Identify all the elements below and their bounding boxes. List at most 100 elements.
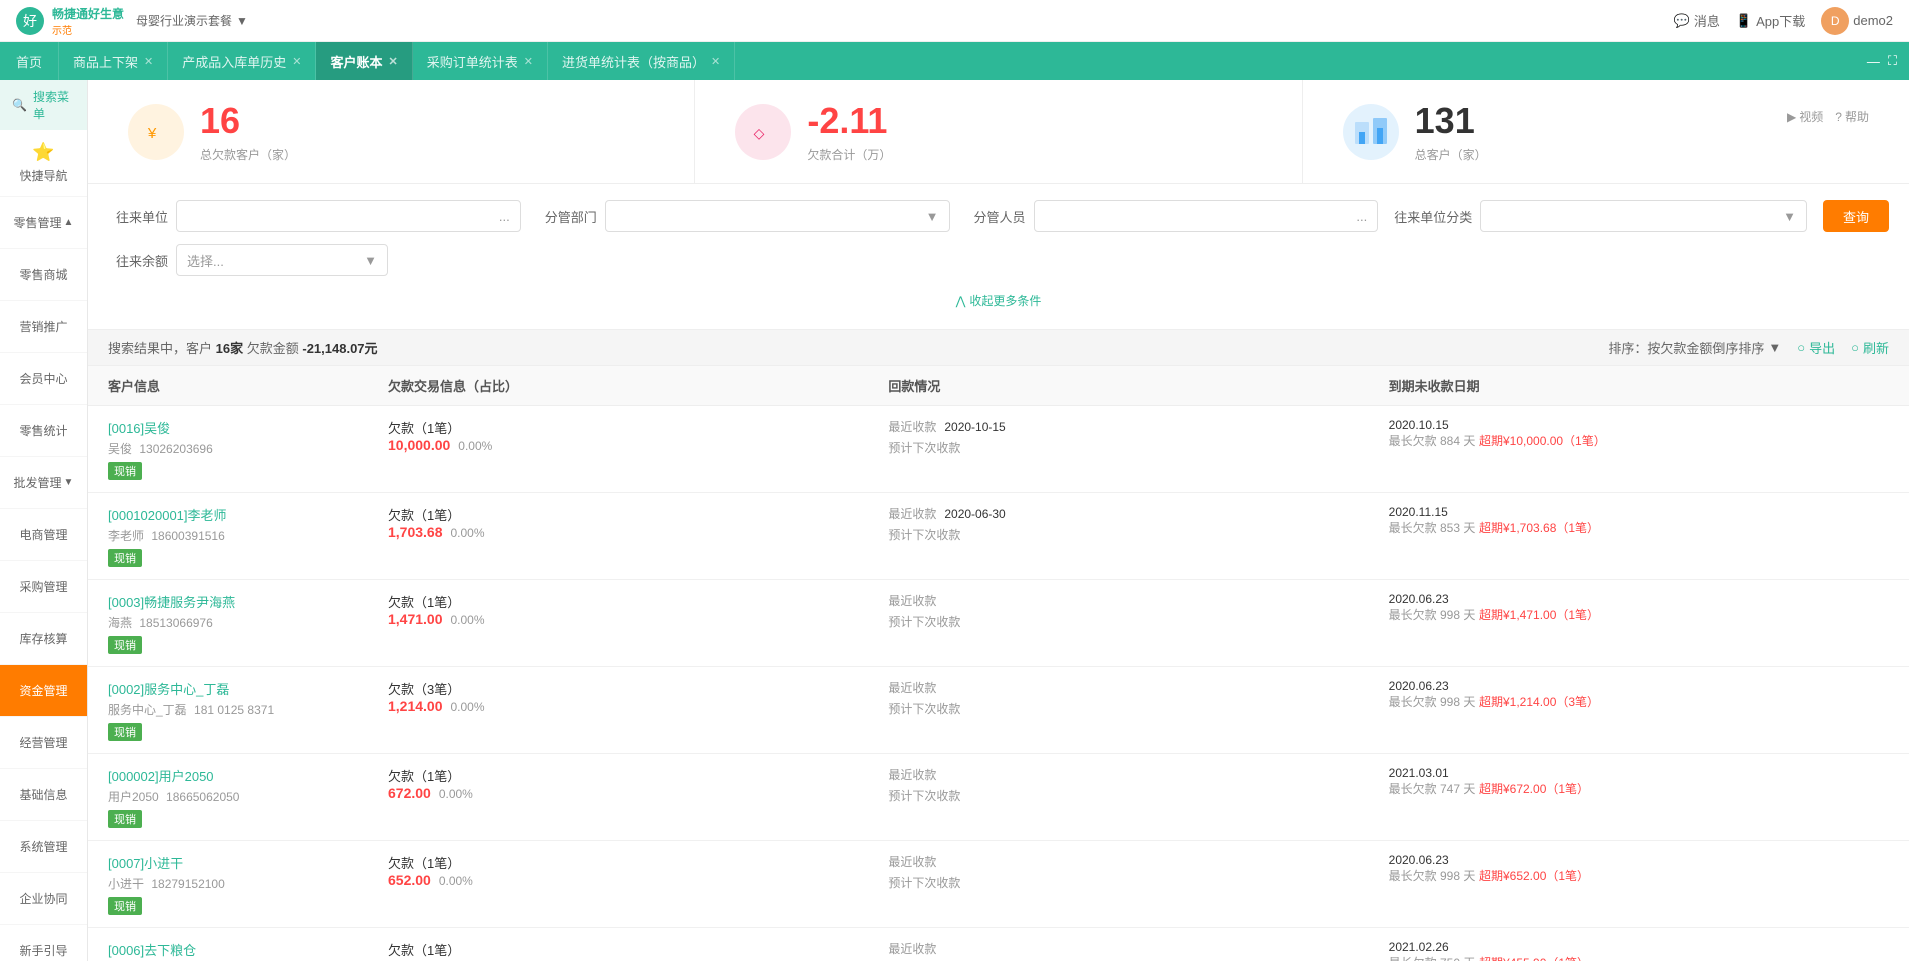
due-info-6: 2021.02.26 最长欠款 750 天 超期¥455.90（1笔） [1389, 940, 1889, 961]
dept-input[interactable]: ▼ [605, 200, 950, 232]
svg-text:¥: ¥ [147, 124, 157, 141]
table-row: [0003]畅捷服务尹海燕 海燕 18513066976 现销 欠款（1笔） 1… [88, 580, 1909, 667]
sidebar-item-retail-stats[interactable]: 零售统计 [0, 405, 87, 457]
refresh-icon: ○ [1851, 340, 1859, 355]
customer-name-1[interactable]: [0001020001]李老师 [108, 505, 388, 524]
sidebar-item-basic[interactable]: 基础信息 [0, 769, 87, 821]
filter-label-balance: 往来余额 [108, 251, 168, 270]
search-menu-btn[interactable]: 🔍 搜索菜单 [0, 80, 87, 130]
close-icon[interactable]: ✕ [389, 55, 398, 68]
collection-info-2: 最近收款 预计下次收款 [888, 592, 1388, 630]
due-info-3: 2020.06.23 最长欠款 998 天 超期¥1,214.00（3笔） [1389, 679, 1889, 710]
overdue-link-4[interactable]: 超期¥672.00（1笔） [1479, 782, 1589, 796]
sidebar-item-retail-mall[interactable]: 零售商城 [0, 249, 87, 301]
debt-amount-1[interactable]: 1,703.68 [388, 524, 443, 540]
table-header: 客户信息 欠款交易信息（占比） 回款情况 到期未收款日期 [88, 366, 1909, 406]
tab-customer-account[interactable]: 客户账本 ✕ [316, 42, 412, 80]
col-header-debt: 欠款交易信息（占比） [388, 376, 888, 395]
sort-button[interactable]: 排序：按欠款金额倒序排序 ▼ [1608, 338, 1781, 357]
tab-production-history[interactable]: 产成品入库单历史 ✕ [168, 42, 316, 80]
sidebar-item-system[interactable]: 系统管理 [0, 821, 87, 873]
company-input[interactable]: ... [176, 200, 521, 232]
customer-phone-3: 服务中心_丁磊 181 0125 8371 [108, 701, 388, 718]
balance-input[interactable]: 选择... ▼ [176, 244, 388, 276]
customer-name-2[interactable]: [0003]畅捷服务尹海燕 [108, 592, 388, 611]
debt-amount-0[interactable]: 10,000.00 [388, 437, 450, 453]
refresh-button[interactable]: ○ 刷新 [1851, 338, 1889, 357]
sidebar-item-member[interactable]: 会员中心 [0, 353, 87, 405]
customer-info-1: [0001020001]李老师 李老师 18600391516 现销 [108, 505, 388, 567]
debt-info-1: 欠款（1笔） 1,703.680.00% [388, 505, 888, 540]
overdue-link-6[interactable]: 超期¥455.90（1笔） [1479, 956, 1589, 961]
stat-card-2: ◇ -2.11 欠款合计（万） [695, 80, 1302, 183]
stat-icon-1: ¥ [128, 104, 184, 160]
overdue-link-1[interactable]: 超期¥1,703.68（1笔） [1479, 521, 1599, 535]
sidebar-item-business[interactable]: 经营管理 [0, 717, 87, 769]
debt-info-4: 欠款（1笔） 672.000.00% [388, 766, 888, 801]
svg-text:◇: ◇ [754, 124, 765, 140]
debt-info-0: 欠款（1笔） 10,000.000.00% [388, 418, 888, 453]
sidebar-item-batch-mgmt[interactable]: 批发管理 ▼ [0, 457, 87, 509]
tab-purchase-stats[interactable]: 采购订单统计表 ✕ [413, 42, 548, 80]
sidebar-item-quick-nav[interactable]: ⭐ 快捷导航 [0, 130, 87, 197]
customer-badge-4: 现销 [108, 810, 142, 828]
overdue-link-2[interactable]: 超期¥1,471.00（1笔） [1479, 608, 1599, 622]
user-menu[interactable]: D demo2 [1821, 7, 1893, 35]
close-icon[interactable]: ✕ [292, 55, 301, 68]
star-icon: ⭐ [32, 142, 54, 163]
overdue-link-5[interactable]: 超期¥652.00（1笔） [1479, 869, 1589, 883]
customer-name-6[interactable]: [0006]去下粮仓 [108, 940, 388, 959]
col-header-due: 到期未收款日期 [1389, 376, 1889, 395]
video-btn[interactable]: ▶ 视频 [1787, 108, 1823, 125]
sidebar-item-newbie[interactable]: 新手引导 [0, 925, 87, 961]
stat-card-actions: ▶ 视频 ? 帮助 [1787, 100, 1869, 125]
sidebar-item-ecommerce[interactable]: 电商管理 [0, 509, 87, 561]
export-icon: ○ [1797, 340, 1805, 355]
debt-amount-3[interactable]: 1,214.00 [388, 698, 443, 714]
filter-item-balance: 往来余额 选择... ▼ [108, 244, 388, 276]
logo-icon: 好 [16, 7, 44, 35]
customer-name-0[interactable]: [0016]吴俊 [108, 418, 388, 437]
debt-amount-2[interactable]: 1,471.00 [388, 611, 443, 627]
collapse-btn[interactable]: ⋀ 收起更多条件 [108, 288, 1889, 313]
sidebar-item-retail-mgmt[interactable]: 零售管理 ▲ [0, 197, 87, 249]
expand-icon[interactable]: ⛶ [1888, 53, 1897, 69]
customer-name-4[interactable]: [000002]用户2050 [108, 766, 388, 785]
results-bar: 搜索结果中，客户 16家 欠款金额 -21,148.07元 排序：按欠款金额倒序… [88, 330, 1909, 366]
export-button[interactable]: ○ 导出 [1797, 338, 1835, 357]
customer-name-5[interactable]: [0007]小进干 [108, 853, 388, 872]
category-input[interactable]: ▼ [1480, 200, 1807, 232]
company-selector[interactable]: 母婴行业演示套餐 ▼ [136, 12, 248, 29]
minimize-icon[interactable]: — [1867, 54, 1880, 69]
message-btn[interactable]: 💬 消息 [1674, 11, 1720, 30]
help-icon: ? [1835, 110, 1842, 124]
debt-amount-4[interactable]: 672.00 [388, 785, 431, 801]
filter-label-dept: 分管部门 [537, 207, 597, 226]
search-button[interactable]: 查询 [1823, 200, 1889, 232]
sidebar-item-finance[interactable]: 资金管理 [0, 665, 87, 717]
results-actions: 排序：按欠款金额倒序排序 ▼ ○ 导出 ○ 刷新 [1608, 338, 1889, 357]
sidebar-item-marketing[interactable]: 营销推广 [0, 301, 87, 353]
tab-purchase-product-stats[interactable]: 进货单统计表（按商品） ✕ [548, 42, 735, 80]
table-row: [0001020001]李老师 李老师 18600391516 现销 欠款（1笔… [88, 493, 1909, 580]
debt-amount-5[interactable]: 652.00 [388, 872, 431, 888]
tab-home[interactable]: 首页 [0, 42, 59, 80]
overdue-link-0[interactable]: 超期¥10,000.00（1笔） [1479, 434, 1606, 448]
chevron-icon: ▲ [64, 217, 74, 228]
overdue-link-3[interactable]: 超期¥1,214.00（3笔） [1479, 695, 1599, 709]
sidebar-item-collab[interactable]: 企业协同 [0, 873, 87, 925]
help-btn[interactable]: ? 帮助 [1835, 108, 1869, 125]
close-icon[interactable]: ✕ [711, 55, 720, 68]
customer-name-3[interactable]: [0002]服务中心_丁磊 [108, 679, 388, 698]
app-download-btn[interactable]: 📱 App下载 [1736, 11, 1805, 30]
close-icon[interactable]: ✕ [524, 55, 533, 68]
sidebar-item-inventory[interactable]: 库存核算 [0, 613, 87, 665]
person-input[interactable]: ... [1034, 200, 1379, 232]
sidebar: 🔍 搜索菜单 ⭐ 快捷导航 零售管理 ▲ 零售商城 营销推广 会员中心 零售统计… [0, 80, 88, 961]
customer-info-2: [0003]畅捷服务尹海燕 海燕 18513066976 现销 [108, 592, 388, 654]
tab-product-shelf[interactable]: 商品上下架 ✕ [59, 42, 168, 80]
sidebar-item-purchase[interactable]: 采购管理 [0, 561, 87, 613]
stat-icon-2: ◇ [735, 104, 791, 160]
close-icon[interactable]: ✕ [144, 55, 153, 68]
customer-phone-4: 用户2050 18665062050 [108, 788, 388, 805]
